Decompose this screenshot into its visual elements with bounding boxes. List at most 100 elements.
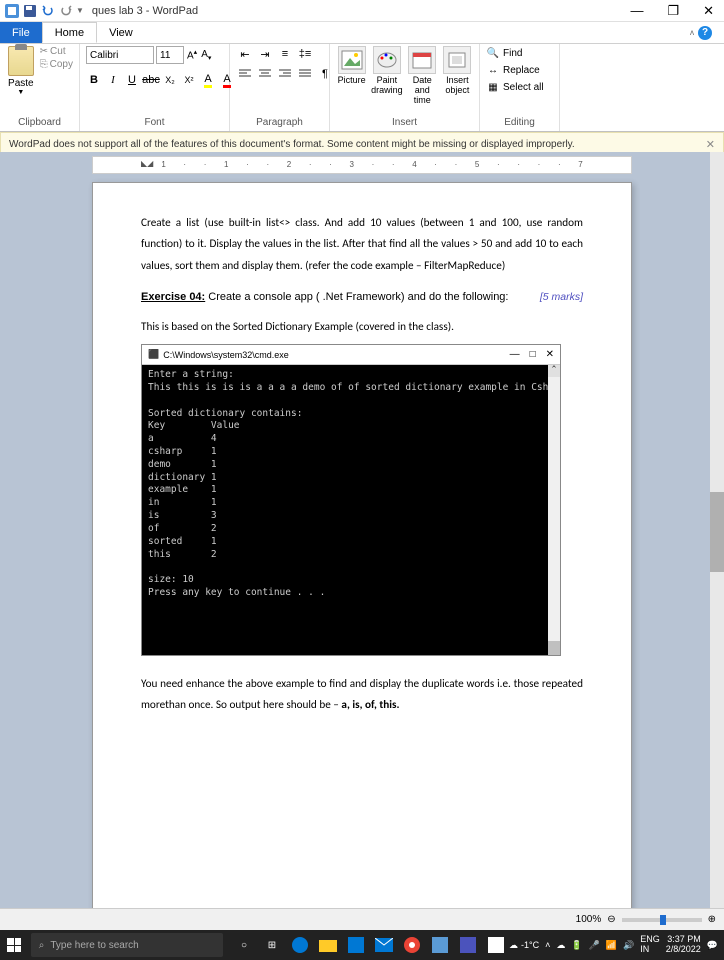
- status-bar: 100% ⊖ ⊕: [0, 908, 724, 930]
- battery-icon[interactable]: 🔋: [571, 940, 582, 951]
- wifi-icon[interactable]: 📶: [606, 940, 617, 951]
- cmd-icon: ⬛: [148, 349, 159, 360]
- window-title: ques lab 3 - WordPad: [92, 5, 198, 17]
- language-indicator[interactable]: ENGIN: [640, 935, 660, 955]
- justify-icon[interactable]: [296, 66, 314, 82]
- scissors-icon: ✂: [40, 46, 48, 57]
- minimize-button[interactable]: —: [624, 1, 649, 21]
- insert-object-button[interactable]: Insert object: [442, 46, 473, 96]
- zoom-in-button[interactable]: ⊕: [708, 914, 716, 925]
- ribbon: Paste ▼ ✂Cut ⎘Copy Clipboard A▴ A▾ B I U…: [0, 44, 724, 132]
- weather-widget[interactable]: ☁-1°C: [509, 940, 539, 951]
- ruler[interactable]: ◣◢ ·1··1··2··3··4··5····7: [92, 156, 632, 174]
- app-icon-3[interactable]: [483, 932, 509, 958]
- mic-icon[interactable]: 🎤: [589, 940, 600, 951]
- warning-close-button[interactable]: ✕: [706, 138, 715, 151]
- paragraph-group: ⇤ ⇥ ≡ ‡≡ ¶ Paragraph: [230, 44, 330, 131]
- highlight-button[interactable]: A: [200, 72, 216, 88]
- strikethrough-button[interactable]: abc: [143, 72, 159, 88]
- selectall-button[interactable]: ▦Select all: [486, 80, 544, 94]
- windows-logo-icon: [7, 938, 21, 952]
- paragraph-1: Create a list (use built-in list<> class…: [141, 213, 583, 277]
- home-tab[interactable]: Home: [42, 22, 97, 43]
- collapse-ribbon-icon[interactable]: ʌ: [690, 28, 694, 37]
- align-left-icon[interactable]: [236, 66, 254, 82]
- help-icon[interactable]: ?: [698, 26, 712, 40]
- window-controls: — ❐ ✕: [624, 1, 720, 21]
- maximize-button[interactable]: ❐: [661, 1, 685, 21]
- copy-button[interactable]: ⎘Copy: [40, 59, 73, 70]
- shrink-font-icon[interactable]: A▾: [200, 48, 212, 63]
- vertical-scrollbar[interactable]: [710, 152, 724, 908]
- insert-label: Insert: [336, 117, 473, 130]
- paragraph-label: Paragraph: [236, 117, 323, 130]
- insert-paint-button[interactable]: Paint drawing: [371, 46, 403, 96]
- file-tab[interactable]: File: [0, 22, 42, 43]
- taskbar: ⌕ Type here to search ○ ⊞ ☁-1°C ˄ ☁ 🔋 🎤 …: [0, 930, 724, 960]
- clipboard-group: Paste ▼ ✂Cut ⎘Copy Clipboard: [0, 44, 80, 131]
- font-name-input[interactable]: [86, 46, 154, 64]
- italic-button[interactable]: I: [105, 72, 121, 88]
- bullets-icon[interactable]: ≡: [276, 46, 294, 62]
- subscript-button[interactable]: X₂: [162, 72, 178, 88]
- clipboard-label: Clipboard: [6, 117, 73, 130]
- document-page[interactable]: Create a list (use built-in list<> class…: [92, 182, 632, 908]
- scrollbar-thumb[interactable]: [710, 492, 724, 572]
- clock[interactable]: 3:37 PM2/8/2022: [666, 935, 701, 955]
- cut-button[interactable]: ✂Cut: [40, 46, 73, 57]
- align-right-icon[interactable]: [276, 66, 294, 82]
- replace-button[interactable]: ↔Replace: [486, 63, 540, 77]
- volume-icon[interactable]: 🔊: [623, 940, 634, 951]
- search-icon: ⌕: [39, 940, 45, 951]
- insert-picture-button[interactable]: Picture: [336, 46, 367, 86]
- taskbar-apps: ○ ⊞: [231, 932, 509, 958]
- zoom-out-button[interactable]: ⊖: [607, 914, 615, 925]
- paste-button[interactable]: Paste ▼: [6, 46, 36, 96]
- qat-dropdown-icon[interactable]: ▼: [76, 6, 84, 15]
- console-titlebar: ⬛C:\Windows\system32\cmd.exe — □ ✕: [142, 345, 560, 365]
- insert-group: Picture Paint drawing Date and time Inse…: [330, 44, 480, 131]
- underline-button[interactable]: U: [124, 72, 140, 88]
- close-button[interactable]: ✕: [697, 1, 720, 21]
- view-tab[interactable]: View: [97, 22, 145, 43]
- find-button[interactable]: 🔍Find: [486, 46, 522, 60]
- grow-font-icon[interactable]: A▴: [186, 47, 198, 62]
- notifications-icon[interactable]: 💬: [707, 940, 718, 951]
- line-spacing-icon[interactable]: ‡≡: [296, 46, 314, 62]
- search-placeholder: Type here to search: [50, 940, 138, 951]
- mail-icon[interactable]: [371, 932, 397, 958]
- paint-icon: [373, 46, 401, 74]
- picture-icon: [338, 46, 366, 74]
- decrease-indent-icon[interactable]: ⇤: [236, 46, 254, 62]
- cortana-icon[interactable]: ○: [231, 932, 257, 958]
- zoom-level: 100%: [576, 914, 602, 925]
- console-screenshot: ⬛C:\Windows\system32\cmd.exe — □ ✕ Enter…: [141, 344, 561, 656]
- edge-icon[interactable]: [287, 932, 313, 958]
- object-icon: [443, 46, 471, 74]
- zoom-controls: 100% ⊖ ⊕: [576, 914, 716, 925]
- taskview-icon[interactable]: ⊞: [259, 932, 285, 958]
- explorer-icon[interactable]: [315, 932, 341, 958]
- exercise-label: Exercise 04:: [141, 291, 205, 303]
- weather-icon: ☁: [509, 940, 518, 951]
- font-size-input[interactable]: [156, 46, 184, 64]
- chrome-icon[interactable]: [399, 932, 425, 958]
- console-close-icon: ✕: [546, 349, 554, 360]
- store-icon[interactable]: [343, 932, 369, 958]
- zoom-slider[interactable]: [622, 918, 702, 922]
- app-icon-2[interactable]: [455, 932, 481, 958]
- bold-button[interactable]: B: [86, 72, 102, 88]
- subtext: This is based on the Sorted Dictionary E…: [141, 317, 583, 338]
- undo-icon[interactable]: [40, 3, 56, 19]
- start-button[interactable]: [0, 930, 29, 960]
- increase-indent-icon[interactable]: ⇥: [256, 46, 274, 62]
- tray-chevron-icon[interactable]: ˄: [545, 940, 550, 950]
- onedrive-icon[interactable]: ☁: [556, 940, 565, 951]
- align-center-icon[interactable]: [256, 66, 274, 82]
- redo-icon[interactable]: [58, 3, 74, 19]
- app-icon-1[interactable]: [427, 932, 453, 958]
- save-icon[interactable]: [22, 3, 38, 19]
- taskbar-search[interactable]: ⌕ Type here to search: [31, 933, 223, 957]
- insert-datetime-button[interactable]: Date and time: [407, 46, 438, 106]
- superscript-button[interactable]: X²: [181, 72, 197, 88]
